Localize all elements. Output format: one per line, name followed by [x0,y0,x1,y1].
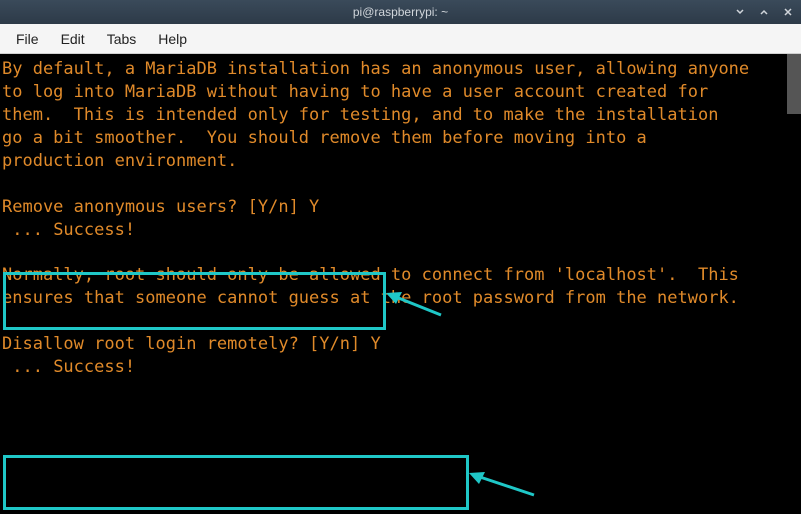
menubar: File Edit Tabs Help [0,24,801,54]
maximize-icon[interactable] [757,5,771,19]
window-controls [733,0,795,24]
terminal-line: production environment. [2,151,237,171]
terminal-output[interactable]: By default, a MariaDB installation has a… [0,54,801,514]
terminal-line: go a bit smoother. You should remove the… [2,128,647,148]
terminal-line: Remove anonymous users? [Y/n] Y [2,197,319,217]
menu-file[interactable]: File [6,27,49,51]
terminal-line: By default, a MariaDB installation has a… [2,59,749,79]
close-icon[interactable] [781,5,795,19]
window-titlebar: pi@raspberrypi: ~ [0,0,801,24]
terminal-line: ensures that someone cannot guess at the… [2,288,739,308]
minimize-icon[interactable] [733,5,747,19]
scrollbar-thumb[interactable] [787,54,801,114]
terminal-line: ... Success! [2,357,135,377]
menu-help[interactable]: Help [148,27,197,51]
terminal-line: Disallow root login remotely? [Y/n] Y [2,334,381,354]
terminal-line: to log into MariaDB without having to ha… [2,82,708,102]
vertical-scrollbar[interactable] [787,54,801,514]
terminal-line: ... Success! [2,220,135,240]
terminal-line: them. This is intended only for testing,… [2,105,718,125]
window-title: pi@raspberrypi: ~ [353,5,448,19]
terminal-line: Normally, root should only be allowed to… [2,265,739,285]
menu-tabs[interactable]: Tabs [97,27,147,51]
menu-edit[interactable]: Edit [51,27,95,51]
